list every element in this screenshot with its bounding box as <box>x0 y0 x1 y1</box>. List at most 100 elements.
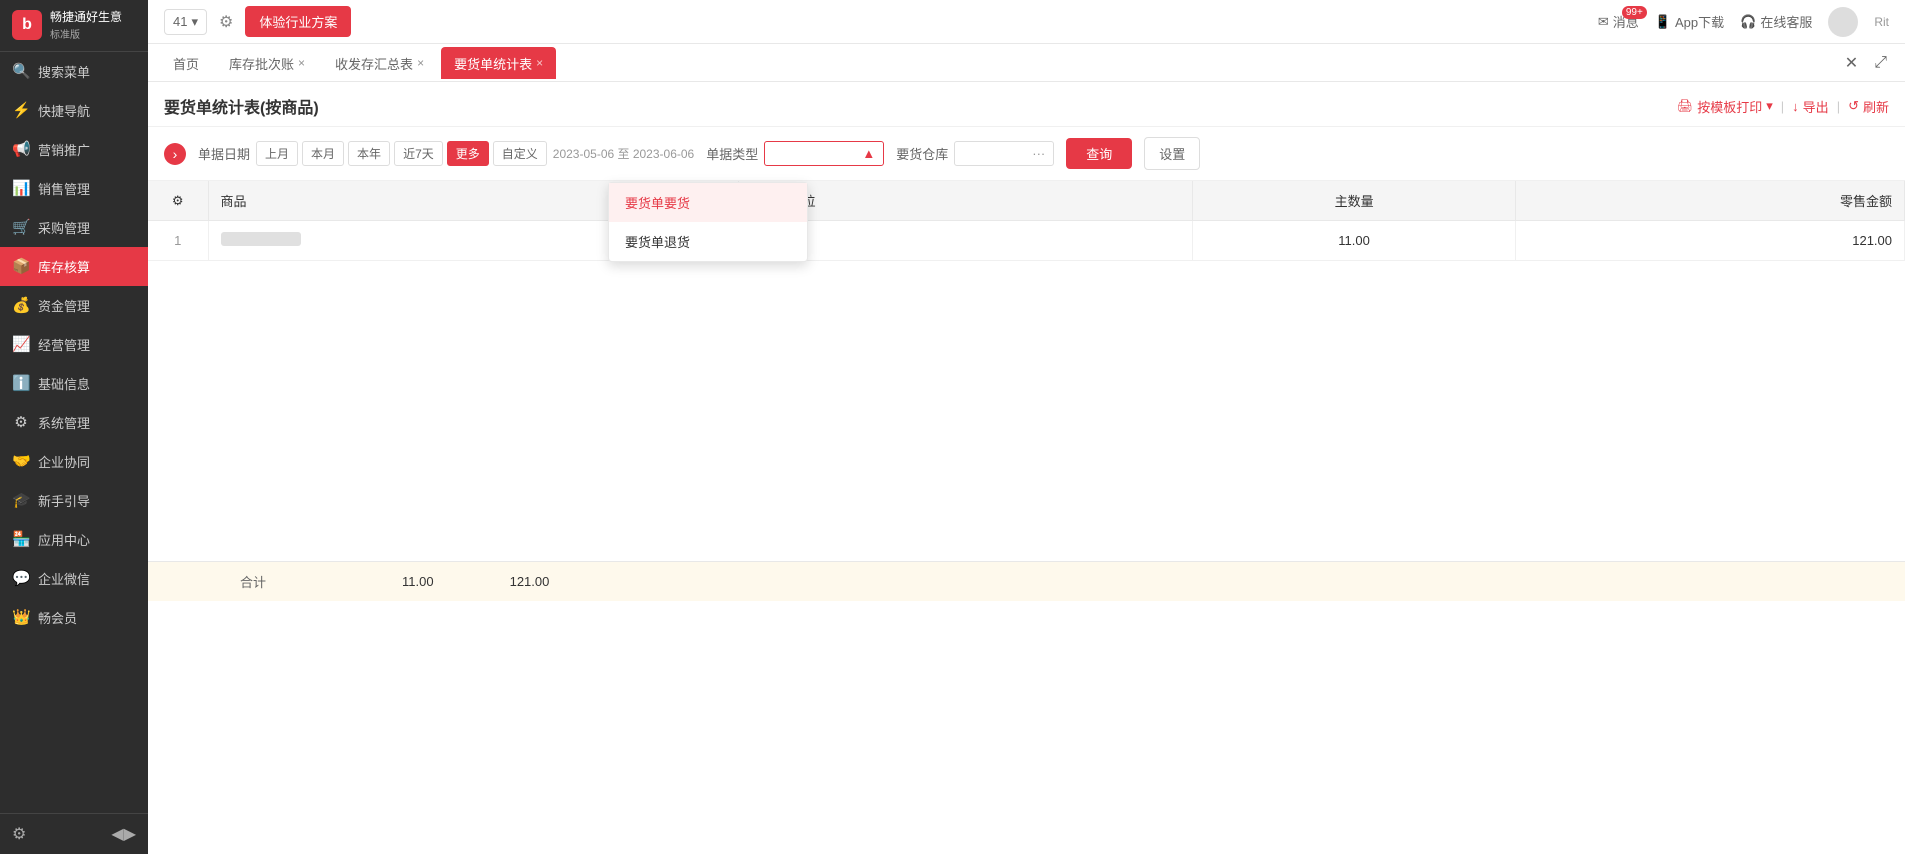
tab-inventory-batch[interactable]: 库存批次账 × <box>216 47 318 79</box>
sidebar-item-sales[interactable]: 📊 销售管理 <box>0 169 148 208</box>
col-settings[interactable]: ⚙ <box>148 181 208 221</box>
messages-item[interactable]: ✉ 消息 99+ <box>1598 12 1639 31</box>
page-title: 要货单统计表(按商品) <box>164 94 319 118</box>
sidebar-item-marketing[interactable]: 📢 营销推广 <box>0 130 148 169</box>
dropdown-arrow-icon: ▾ <box>191 14 198 30</box>
this-year-btn[interactable]: 本年 <box>348 141 390 166</box>
sidebar-search[interactable]: 🔍 搜索菜单 <box>0 52 148 91</box>
settings-icon[interactable]: ⚙ <box>12 824 26 844</box>
settings-button[interactable]: 设置 <box>1144 137 1200 170</box>
refresh-action[interactable]: ↺ 刷新 <box>1848 97 1889 116</box>
tab-order-stats[interactable]: 要货单统计表 × <box>441 47 556 79</box>
tab-receipt-summary-label: 收发存汇总表 <box>335 54 413 73</box>
dropdown-item-0[interactable]: 要货单要货 <box>609 183 807 222</box>
sidebar-item-purchase[interactable]: 🛒 采购管理 <box>0 208 148 247</box>
date-filter-label: 单据日期 <box>198 144 250 163</box>
expand-filter-btn[interactable]: › <box>164 143 186 165</box>
query-button[interactable]: 查询 <box>1066 138 1132 169</box>
sidebar-item-vip[interactable]: 👑 畅会员 <box>0 598 148 637</box>
custom-date-btn[interactable]: 自定义 <box>493 141 547 166</box>
refresh-label: 刷新 <box>1863 97 1889 116</box>
service-icon: 🎧 <box>1740 14 1756 30</box>
download-icon: 📱 <box>1655 14 1671 30</box>
table-body: 1 块 11.00 121.00 <box>148 221 1905 261</box>
tab-receipt-summary-close[interactable]: × <box>417 56 424 70</box>
sidebar-item-quicknav[interactable]: ⚡ 快捷导航 <box>0 91 148 130</box>
data-table: ⚙ 商品 主计量单位 主数量 零售金额 1 <box>148 181 1905 261</box>
online-service-item[interactable]: 🎧 在线客服 <box>1740 12 1812 31</box>
sidebar-item-system[interactable]: ⚙ 系统管理 <box>0 403 148 442</box>
app-download-item[interactable]: 📱 App下载 <box>1655 12 1724 31</box>
export-action[interactable]: ↓ 导出 <box>1792 97 1829 116</box>
sidebar-search-label: 搜索菜单 <box>38 62 90 81</box>
purchase-label: 采购管理 <box>38 218 90 237</box>
marketing-label: 营销推广 <box>38 140 90 159</box>
basicinfo-label: 基础信息 <box>38 374 90 393</box>
message-icon: ✉ <box>1598 14 1609 30</box>
sales-icon: 📊 <box>12 179 30 197</box>
avatar[interactable] <box>1828 7 1858 37</box>
tab-inventory-batch-label: 库存批次账 <box>229 54 294 73</box>
sidebar-nav: ⚡ 快捷导航 📢 营销推广 📊 销售管理 🛒 采购管理 📦 库存核算 💰 资金管… <box>0 91 148 813</box>
appcenter-label: 应用中心 <box>38 530 90 549</box>
sidebar-item-finance[interactable]: 💰 资金管理 <box>0 286 148 325</box>
sidebar-item-enterprise[interactable]: 🤝 企业协同 <box>0 442 148 481</box>
sidebar-item-appcenter[interactable]: 🏪 应用中心 <box>0 520 148 559</box>
app-name: 畅捷通好生意 <box>50 10 122 26</box>
wechat-label: 企业微信 <box>38 569 90 588</box>
7days-btn[interactable]: 近7天 <box>394 141 443 166</box>
prev-month-btn[interactable]: 上月 <box>256 141 298 166</box>
tab-inventory-batch-close[interactable]: × <box>298 56 305 70</box>
more-dates-btn[interactable]: 更多 <box>447 141 489 166</box>
tabs-actions: ✕ ⤢ <box>1839 51 1893 75</box>
type-select[interactable]: ▲ <box>764 141 884 166</box>
row-index: 1 <box>148 221 208 261</box>
expand-tabs-btn[interactable]: ⤢ <box>1868 51 1893 75</box>
store-dropdown[interactable]: 41 ▾ <box>164 9 207 35</box>
warehouse-filter-label: 要货仓库 <box>896 144 948 163</box>
filter-bar: › 单据日期 上月 本月 本年 近7天 更多 自定义 2023-05-06 至 … <box>148 127 1905 181</box>
vip-label: 畅会员 <box>38 608 77 627</box>
footer-quantity: 11.00 <box>402 574 434 589</box>
print-icon: 🖨 <box>1677 98 1694 114</box>
sidebar-item-basicinfo[interactable]: ℹ️ 基础信息 <box>0 364 148 403</box>
tabs-bar: 首页 库存批次账 × 收发存汇总表 × 要货单统计表 × ✕ ⤢ <box>148 44 1905 82</box>
messages-badge: 99+ <box>1622 6 1647 19</box>
page-content: 要货单统计表(按商品) 🖨 按模板打印 ▾ | ↓ 导出 | ↺ <box>148 82 1905 854</box>
quicknav-icon: ⚡ <box>12 101 30 119</box>
row-amount: 121.00 <box>1516 221 1905 261</box>
print-expand-icon: ▾ <box>1766 98 1773 114</box>
marketing-icon: 📢 <box>12 140 30 158</box>
newuser-label: 新手引导 <box>38 491 90 510</box>
table-footer: 合计 11.00 121.00 <box>148 561 1905 601</box>
sidebar-item-wechat[interactable]: 💬 企业微信 <box>0 559 148 598</box>
tab-home[interactable]: 首页 <box>160 47 212 79</box>
header-settings-icon[interactable]: ⚙ <box>219 12 233 32</box>
header-right: ✉ 消息 99+ 📱 App下载 🎧 在线客服 Rit <box>1598 7 1889 37</box>
export-label: 导出 <box>1803 97 1829 116</box>
print-action[interactable]: 🖨 按模板打印 ▾ <box>1677 97 1773 116</box>
warehouse-select[interactable]: ··· <box>954 141 1054 166</box>
dropdown-item-1[interactable]: 要货单退货 <box>609 222 807 261</box>
row-quantity: 11.00 <box>1193 221 1516 261</box>
tab-receipt-summary[interactable]: 收发存汇总表 × <box>322 47 437 79</box>
footer-amount: 121.00 <box>510 574 550 589</box>
finance-icon: 💰 <box>12 296 30 314</box>
tab-order-stats-close[interactable]: × <box>536 56 543 70</box>
type-filter-label: 单据类型 <box>706 144 758 163</box>
type-select-arrow-up: ▲ <box>862 146 875 161</box>
online-service-label: 在线客服 <box>1760 12 1812 31</box>
sidebar-item-newuser[interactable]: 🎓 新手引导 <box>0 481 148 520</box>
sidebar-item-operations[interactable]: 📈 经营管理 <box>0 325 148 364</box>
this-month-btn[interactable]: 本月 <box>302 141 344 166</box>
footer-label: 合计 <box>240 572 266 591</box>
basicinfo-icon: ℹ️ <box>12 374 30 392</box>
wechat-icon: 💬 <box>12 569 30 587</box>
close-all-btn[interactable]: ✕ <box>1839 51 1864 75</box>
store-value: 41 <box>173 14 187 29</box>
collapse-icon[interactable]: ◀▶ <box>111 824 136 844</box>
date-range-text: 2023-05-06 至 2023-06-06 <box>553 145 694 162</box>
purchase-icon: 🛒 <box>12 218 30 236</box>
trial-button[interactable]: 体验行业方案 <box>245 6 351 37</box>
sidebar-item-inventory[interactable]: 📦 库存核算 <box>0 247 148 286</box>
